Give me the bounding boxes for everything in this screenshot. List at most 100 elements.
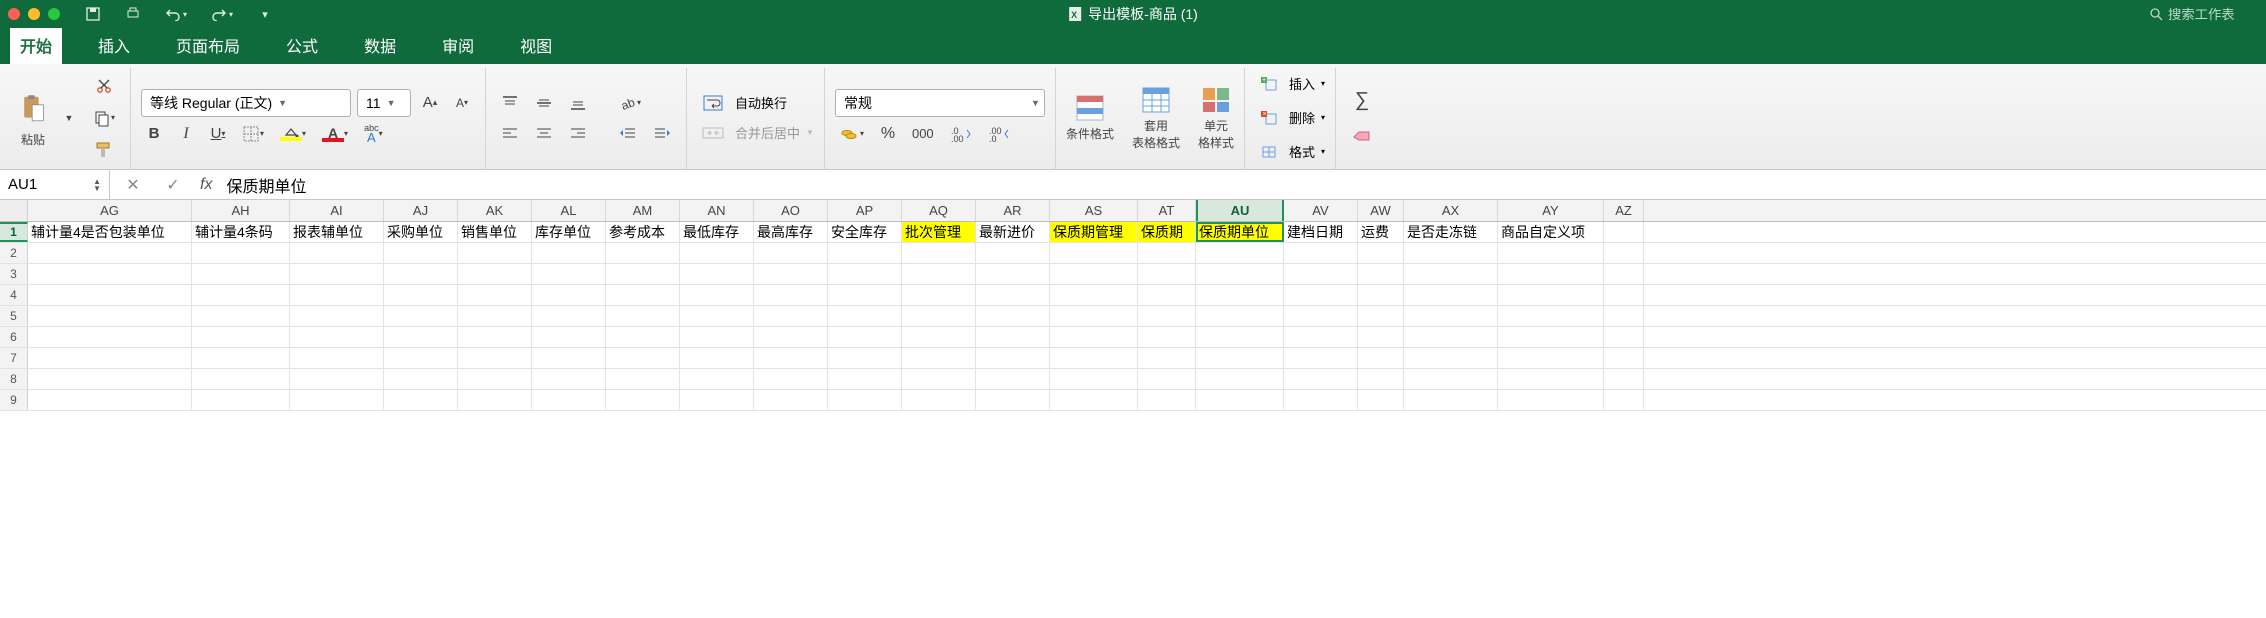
row-header-9[interactable]: 9: [0, 390, 28, 410]
column-header-AL[interactable]: AL: [532, 200, 606, 221]
cell-AL8[interactable]: [532, 369, 606, 389]
cell-AR7[interactable]: [976, 348, 1050, 368]
number-format-combo[interactable]: 常规▼: [835, 89, 1045, 117]
column-header-AZ[interactable]: AZ: [1604, 200, 1644, 221]
format-as-table-button[interactable]: 套用 表格格式: [1132, 85, 1180, 151]
cell-AX2[interactable]: [1404, 243, 1498, 263]
cell-AX5[interactable]: [1404, 306, 1498, 326]
column-header-AY[interactable]: AY: [1498, 200, 1604, 221]
italic-button[interactable]: I: [173, 121, 199, 147]
cell-AU8[interactable]: [1196, 369, 1284, 389]
cell-AZ3[interactable]: [1604, 264, 1644, 284]
cell-AI5[interactable]: [290, 306, 384, 326]
redo-icon[interactable]: ▾: [206, 1, 238, 27]
increase-font-icon[interactable]: A▴: [417, 90, 443, 116]
row-header-7[interactable]: 7: [0, 348, 28, 368]
orientation-button[interactable]: ab▾: [614, 90, 646, 116]
cell-AS1[interactable]: 保质期管理: [1050, 222, 1138, 242]
cell-AM1[interactable]: 参考成本: [606, 222, 680, 242]
cell-AV4[interactable]: [1284, 285, 1358, 305]
font-color-button[interactable]: A▾: [317, 121, 353, 147]
column-header-AV[interactable]: AV: [1284, 200, 1358, 221]
cell-AV5[interactable]: [1284, 306, 1358, 326]
insert-cells-button[interactable]: +: [1255, 71, 1283, 97]
cell-AH6[interactable]: [192, 327, 290, 347]
cell-AR4[interactable]: [976, 285, 1050, 305]
cell-AT3[interactable]: [1138, 264, 1196, 284]
increase-indent-icon[interactable]: [648, 120, 676, 146]
cell-AQ8[interactable]: [902, 369, 976, 389]
cell-AQ1[interactable]: 批次管理: [902, 222, 976, 242]
cell-AJ5[interactable]: [384, 306, 458, 326]
cell-AZ9[interactable]: [1604, 390, 1644, 410]
formula-input[interactable]: 保质期单位: [226, 173, 2256, 197]
cell-AI8[interactable]: [290, 369, 384, 389]
cell-AU4[interactable]: [1196, 285, 1284, 305]
increase-decimal-icon[interactable]: .0.00: [945, 121, 977, 147]
font-name-combo[interactable]: 等线 Regular (正文)▼: [141, 89, 351, 117]
row-header-1[interactable]: 1: [0, 222, 28, 242]
cell-AG4[interactable]: [28, 285, 192, 305]
cell-AU1[interactable]: 保质期单位: [1196, 222, 1284, 242]
cell-AT5[interactable]: [1138, 306, 1196, 326]
minimize-window-button[interactable]: [28, 8, 40, 20]
cell-AO2[interactable]: [754, 243, 828, 263]
cell-AN2[interactable]: [680, 243, 754, 263]
cell-AY6[interactable]: [1498, 327, 1604, 347]
cell-AR8[interactable]: [976, 369, 1050, 389]
tab-审阅[interactable]: 审阅: [432, 27, 484, 64]
cell-AJ6[interactable]: [384, 327, 458, 347]
cell-AL6[interactable]: [532, 327, 606, 347]
cell-AL5[interactable]: [532, 306, 606, 326]
cut-icon[interactable]: [88, 73, 120, 99]
cell-AW1[interactable]: 运费: [1358, 222, 1404, 242]
align-left-icon[interactable]: [496, 120, 524, 146]
cell-AN3[interactable]: [680, 264, 754, 284]
undo-icon[interactable]: ▾: [160, 1, 192, 27]
cell-AM5[interactable]: [606, 306, 680, 326]
column-header-AN[interactable]: AN: [680, 200, 754, 221]
bold-button[interactable]: B: [141, 121, 167, 147]
cell-AR6[interactable]: [976, 327, 1050, 347]
cell-AO4[interactable]: [754, 285, 828, 305]
cell-AZ7[interactable]: [1604, 348, 1644, 368]
decrease-indent-icon[interactable]: [614, 120, 642, 146]
cell-AM4[interactable]: [606, 285, 680, 305]
cell-AG8[interactable]: [28, 369, 192, 389]
cell-AI9[interactable]: [290, 390, 384, 410]
column-header-AJ[interactable]: AJ: [384, 200, 458, 221]
cell-AO7[interactable]: [754, 348, 828, 368]
borders-button[interactable]: ▾: [237, 121, 269, 147]
cell-AT8[interactable]: [1138, 369, 1196, 389]
cell-AJ3[interactable]: [384, 264, 458, 284]
cell-AX1[interactable]: 是否走冻链: [1404, 222, 1498, 242]
cell-AT2[interactable]: [1138, 243, 1196, 263]
cell-AM2[interactable]: [606, 243, 680, 263]
column-header-AX[interactable]: AX: [1404, 200, 1498, 221]
cell-AK5[interactable]: [458, 306, 532, 326]
cell-AW8[interactable]: [1358, 369, 1404, 389]
row-header-4[interactable]: 4: [0, 285, 28, 305]
cell-AQ2[interactable]: [902, 243, 976, 263]
cell-AZ2[interactable]: [1604, 243, 1644, 263]
cell-AJ9[interactable]: [384, 390, 458, 410]
cell-AM6[interactable]: [606, 327, 680, 347]
cell-AP6[interactable]: [828, 327, 902, 347]
cell-AY2[interactable]: [1498, 243, 1604, 263]
cell-AZ5[interactable]: [1604, 306, 1644, 326]
cell-AM7[interactable]: [606, 348, 680, 368]
save-icon[interactable]: [80, 1, 106, 27]
tab-视图[interactable]: 视图: [510, 27, 562, 64]
cell-AW2[interactable]: [1358, 243, 1404, 263]
tab-数据[interactable]: 数据: [354, 27, 406, 64]
cell-AY8[interactable]: [1498, 369, 1604, 389]
cell-AG2[interactable]: [28, 243, 192, 263]
customize-qat-icon[interactable]: ▾: [252, 1, 278, 27]
cell-AH1[interactable]: 辅计量4条码: [192, 222, 290, 242]
cell-AN8[interactable]: [680, 369, 754, 389]
cell-AZ1[interactable]: [1604, 222, 1644, 242]
clear-icon[interactable]: [1346, 122, 1378, 148]
cell-AX9[interactable]: [1404, 390, 1498, 410]
cell-AK4[interactable]: [458, 285, 532, 305]
column-header-AP[interactable]: AP: [828, 200, 902, 221]
